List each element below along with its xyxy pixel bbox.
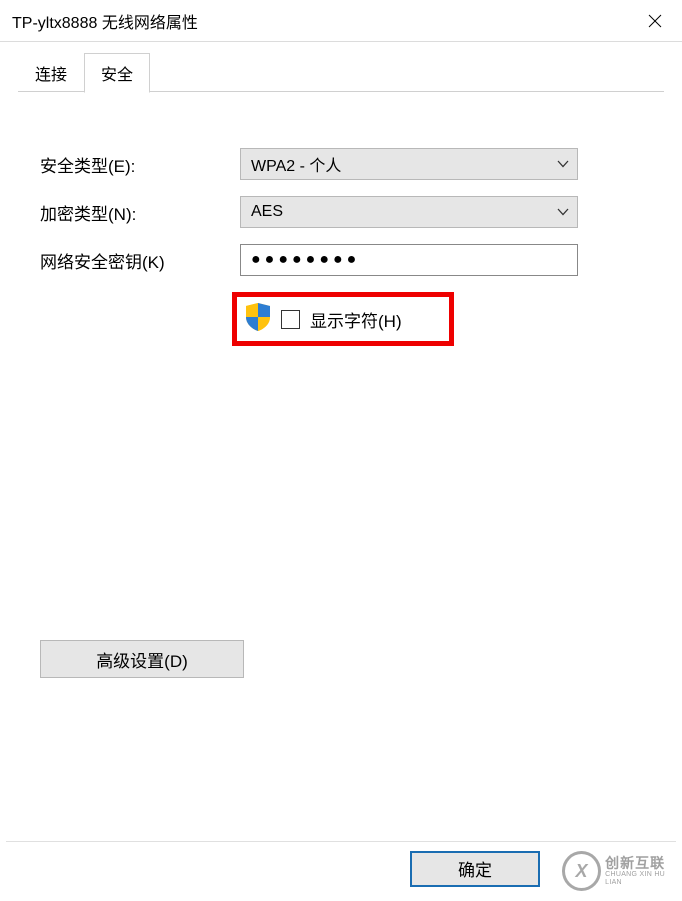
watermark-text: 创新互联 CHUANG XIN HU LIAN [605, 856, 682, 887]
show-characters-label: 显示字符(H) [310, 307, 402, 332]
encrypt-type-select[interactable]: AES [240, 196, 578, 228]
tab-security[interactable]: 安全 [84, 53, 150, 93]
row-network-key: 网络安全密钥(K) ●●●●●●●● [40, 244, 642, 276]
security-type-select[interactable]: WPA2 - 个人 [240, 148, 578, 180]
ok-button[interactable]: 确定 [410, 851, 540, 887]
chevron-down-icon [557, 203, 569, 221]
watermark: X 创新互联 CHUANG XIN HU LIAN [562, 849, 682, 893]
security-type-label: 安全类型(E): [40, 152, 240, 177]
tab-connect[interactable]: 连接 [18, 53, 84, 92]
tab-row: 连接 安全 [0, 42, 682, 92]
chevron-down-icon [557, 155, 569, 173]
show-characters-checkbox[interactable] [281, 310, 300, 329]
window-title: TP-yltx8888 无线网络属性 [12, 9, 198, 33]
close-button[interactable] [627, 0, 682, 41]
close-icon [648, 14, 662, 28]
content-area: 安全类型(E): WPA2 - 个人 加密类型(N): AES 网络安全密钥(K… [0, 92, 682, 346]
watermark-cn: 创新互联 [605, 856, 682, 871]
shield-icon [245, 302, 271, 337]
security-type-value: WPA2 - 个人 [251, 152, 341, 176]
row-security-type: 安全类型(E): WPA2 - 个人 [40, 148, 642, 180]
watermark-logo-icon: X [562, 851, 601, 891]
advanced-settings-button[interactable]: 高级设置(D) [40, 640, 244, 678]
network-key-label: 网络安全密钥(K) [40, 248, 240, 273]
network-key-input[interactable]: ●●●●●●●● [240, 244, 578, 276]
titlebar: TP-yltx8888 无线网络属性 [0, 0, 682, 42]
watermark-en: CHUANG XIN HU LIAN [605, 871, 682, 886]
network-key-value: ●●●●●●●● [251, 251, 360, 269]
row-encrypt-type: 加密类型(N): AES [40, 196, 642, 228]
encrypt-type-value: AES [251, 203, 283, 221]
highlight-box: 显示字符(H) [232, 292, 454, 346]
encrypt-type-label: 加密类型(N): [40, 200, 240, 225]
